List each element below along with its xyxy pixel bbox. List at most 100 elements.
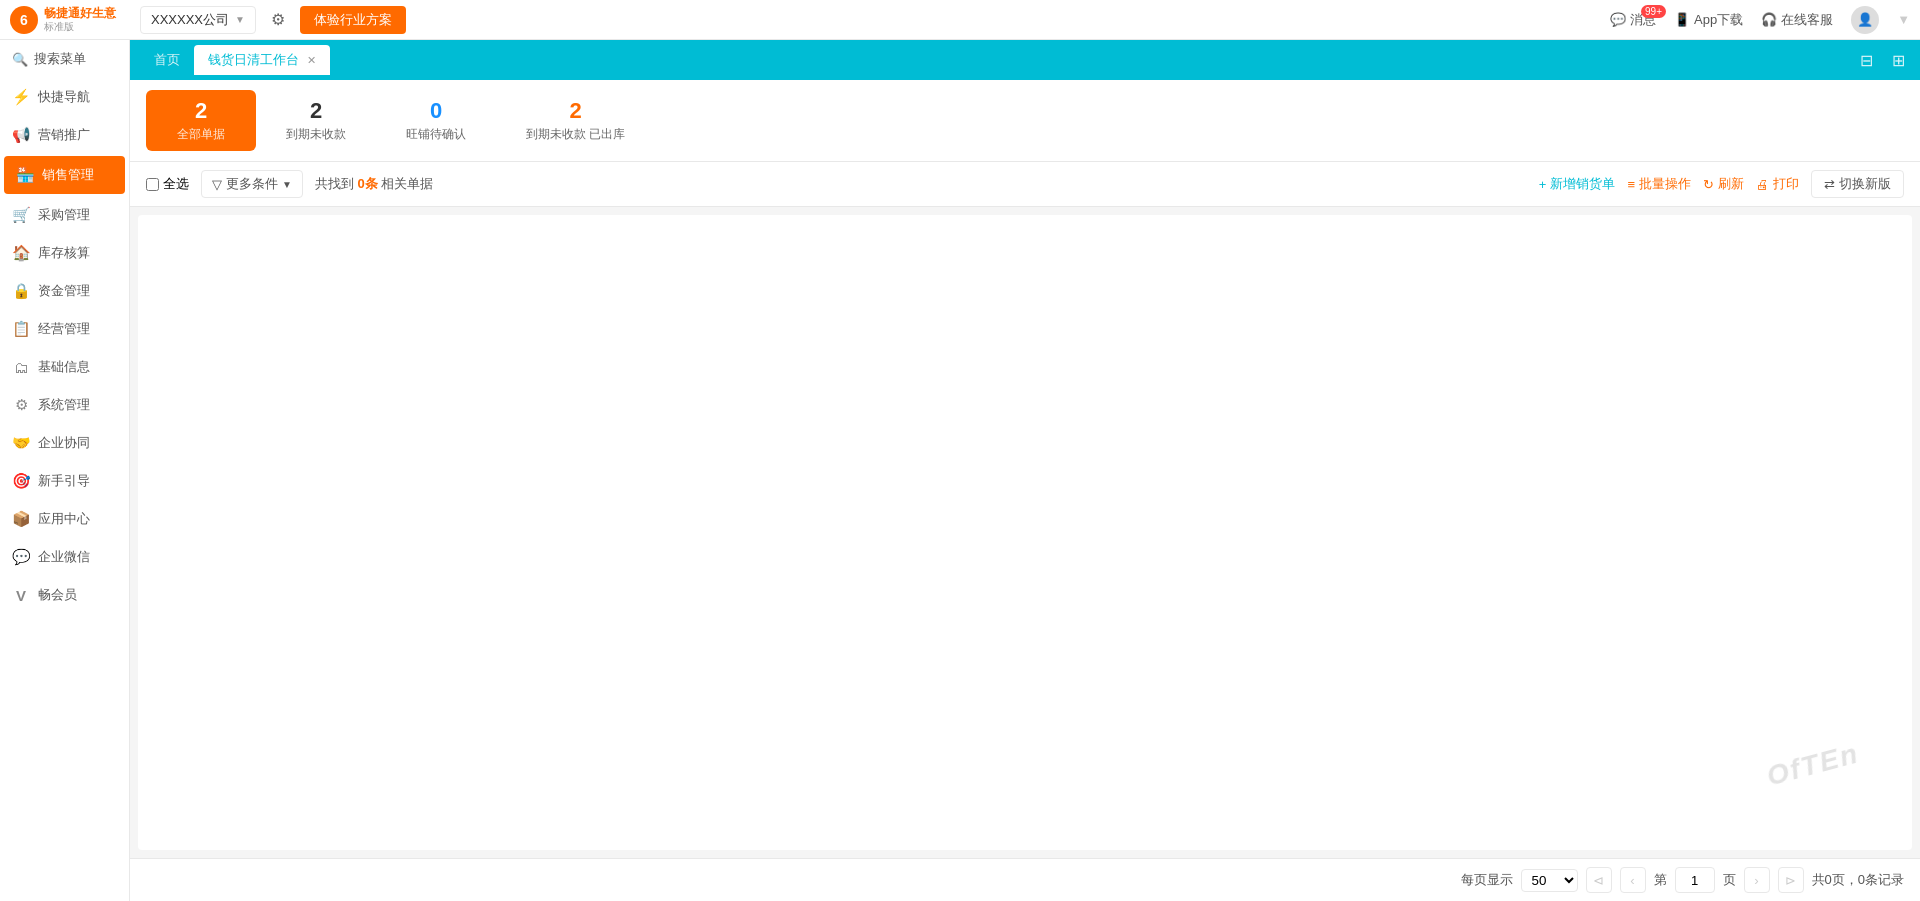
member-icon: V bbox=[12, 587, 30, 604]
chevron-down-filter-icon: ▼ bbox=[282, 179, 292, 190]
sidebar-item-label: 企业协同 bbox=[38, 434, 90, 452]
search-icon: 🔍 bbox=[12, 52, 28, 67]
experience-button[interactable]: 体验行业方案 bbox=[300, 6, 406, 34]
sidebar-item-sales[interactable]: 🏪 销售管理 bbox=[4, 156, 125, 194]
sidebar-item-label: 快捷导航 bbox=[38, 88, 90, 106]
tab-expand-button[interactable]: ⊞ bbox=[1886, 48, 1910, 72]
batch-operation-button[interactable]: ≡ 批量操作 bbox=[1627, 175, 1691, 193]
sidebar-item-label: 企业微信 bbox=[38, 548, 90, 566]
sidebar-item-quick-nav[interactable]: ⚡ 快捷导航 bbox=[0, 78, 129, 116]
sidebar-item-basic-info[interactable]: 🗂 基础信息 bbox=[0, 348, 129, 386]
sidebar-item-app-center[interactable]: 📦 应用中心 bbox=[0, 500, 129, 538]
sidebar-item-label: 经营管理 bbox=[38, 320, 90, 338]
purchase-icon: 🛒 bbox=[12, 206, 30, 224]
quick-nav-icon: ⚡ bbox=[12, 88, 30, 106]
tab-minimize-button[interactable]: ⊟ bbox=[1854, 48, 1878, 72]
page-size-label: 每页显示 bbox=[1461, 871, 1513, 889]
page-suffix: 页 bbox=[1723, 871, 1736, 889]
last-page-button[interactable]: ⊳ bbox=[1778, 867, 1804, 893]
select-all-input[interactable] bbox=[146, 178, 159, 191]
toolbar: 全选 ▽ 更多条件 ▼ 共找到 0条 相关单据 + 新增销货单 bbox=[130, 162, 1920, 207]
filter-label: 更多条件 bbox=[226, 175, 278, 193]
tab-actions: ⊟ ⊞ bbox=[1854, 48, 1910, 72]
settings-button[interactable]: ⚙ bbox=[264, 6, 292, 34]
stat-card-overdue[interactable]: 2 到期未收款 bbox=[256, 90, 376, 151]
plus-icon: + bbox=[1539, 177, 1547, 192]
logo-icon: 6 bbox=[10, 6, 38, 34]
refresh-button[interactable]: ↻ 刷新 bbox=[1703, 175, 1744, 193]
stats-bar: 2 全部单据 2 到期未收款 0 旺铺待确认 2 到期未收款 已出库 bbox=[130, 80, 1920, 162]
sidebar-item-label: 资金管理 bbox=[38, 282, 90, 300]
basic-info-icon: 🗂 bbox=[12, 359, 30, 376]
tab-workspace[interactable]: 钱货日清工作台 ✕ bbox=[194, 45, 330, 75]
page-input[interactable] bbox=[1675, 867, 1715, 893]
filter-button[interactable]: ▽ 更多条件 ▼ bbox=[201, 170, 303, 198]
batch-icon: ≡ bbox=[1627, 177, 1635, 192]
stat-card-shipped[interactable]: 2 到期未收款 已出库 bbox=[496, 90, 655, 151]
tab-bar: 首页 钱货日清工作台 ✕ ⊟ ⊞ bbox=[130, 40, 1920, 80]
sidebar-item-wechat[interactable]: 💬 企业微信 bbox=[0, 538, 129, 576]
logo-area: 6 畅捷通好生意 标准版 bbox=[10, 6, 140, 34]
stat-card-all[interactable]: 2 全部单据 bbox=[146, 90, 256, 151]
new-order-button[interactable]: + 新增销货单 bbox=[1539, 175, 1616, 193]
stat-label-all: 全部单据 bbox=[177, 126, 225, 143]
top-header: 6 畅捷通好生意 标准版 XXXXXX公司 ▼ ⚙ 体验行业方案 💬 消息 99… bbox=[0, 0, 1920, 40]
sidebar-item-inventory[interactable]: 🏠 库存核算 bbox=[0, 234, 129, 272]
sidebar-item-purchase[interactable]: 🛒 采购管理 bbox=[0, 196, 129, 234]
sidebar-item-label: 畅会员 bbox=[38, 586, 77, 604]
sidebar-item-member[interactable]: V 畅会员 bbox=[0, 576, 129, 614]
select-all-checkbox[interactable]: 全选 bbox=[146, 175, 189, 193]
tab-close-icon[interactable]: ✕ bbox=[307, 54, 316, 66]
logo-title: 畅捷通好生意 bbox=[44, 6, 116, 20]
username-area[interactable]: ▼ bbox=[1897, 12, 1910, 27]
avatar[interactable]: 👤 bbox=[1851, 6, 1879, 34]
inventory-icon: 🏠 bbox=[12, 244, 30, 262]
app-download-label: App下载 bbox=[1694, 11, 1743, 29]
print-button[interactable]: 🖨 打印 bbox=[1756, 175, 1799, 193]
refresh-icon: ↻ bbox=[1703, 177, 1714, 192]
online-service-button[interactable]: 🎧 在线客服 bbox=[1761, 11, 1833, 29]
prev-page-button[interactable]: ‹ bbox=[1620, 867, 1646, 893]
batch-label: 批量操作 bbox=[1639, 175, 1691, 193]
total-info: 共0页，0条记录 bbox=[1812, 871, 1904, 889]
next-page-button[interactable]: › bbox=[1744, 867, 1770, 893]
sidebar-item-system[interactable]: ⚙ 系统管理 bbox=[0, 386, 129, 424]
stat-number-pending: 0 bbox=[430, 98, 442, 124]
switch-icon: ⇄ bbox=[1824, 177, 1835, 192]
system-icon: ⚙ bbox=[12, 396, 30, 414]
sidebar-item-label: 基础信息 bbox=[38, 358, 90, 376]
sidebar-item-cooperation[interactable]: 🤝 企业协同 bbox=[0, 424, 129, 462]
first-page-button[interactable]: ⊲ bbox=[1586, 867, 1612, 893]
stat-card-pending[interactable]: 0 旺铺待确认 bbox=[376, 90, 496, 151]
sidebar-item-marketing[interactable]: 📢 营销推广 bbox=[0, 116, 129, 154]
header-right: 💬 消息 99+ 📱 App下载 🎧 在线客服 👤 ▼ bbox=[1610, 6, 1910, 34]
found-count: 0条 bbox=[358, 176, 378, 191]
main-layout: 🔍 搜索菜单 ⚡ 快捷导航 📢 营销推广 🏪 销售管理 🛒 采购管理 🏠 库存核… bbox=[0, 40, 1920, 901]
app-download-button[interactable]: 📱 App下载 bbox=[1674, 11, 1743, 29]
sidebar-search[interactable]: 🔍 搜索菜单 bbox=[0, 40, 129, 78]
wechat-icon: 💬 bbox=[12, 548, 30, 566]
message-button[interactable]: 💬 消息 99+ bbox=[1610, 11, 1656, 29]
sidebar-item-guide[interactable]: 🎯 新手引导 bbox=[0, 462, 129, 500]
search-menu-label: 搜索菜单 bbox=[34, 50, 86, 68]
table-area bbox=[138, 215, 1912, 850]
toolbar-right: + 新增销货单 ≡ 批量操作 ↻ 刷新 🖨 打印 bbox=[1539, 170, 1904, 198]
stat-label-shipped: 到期未收款 已出库 bbox=[526, 126, 625, 143]
message-badge: 99+ bbox=[1641, 5, 1666, 18]
logo-sub: 标准版 bbox=[44, 21, 116, 33]
user-icon: 👤 bbox=[1857, 12, 1873, 27]
switch-label: 切换新版 bbox=[1839, 175, 1891, 193]
company-selector[interactable]: XXXXXX公司 ▼ bbox=[140, 6, 256, 34]
download-icon: 📱 bbox=[1674, 12, 1690, 27]
page-size-select[interactable]: 50 10 20 100 bbox=[1521, 869, 1578, 892]
app-center-icon: 📦 bbox=[12, 510, 30, 528]
message-icon: 💬 bbox=[1610, 12, 1626, 27]
switch-version-button[interactable]: ⇄ 切换新版 bbox=[1811, 170, 1904, 198]
sidebar-item-finance[interactable]: 🔒 资金管理 bbox=[0, 272, 129, 310]
pagination: 每页显示 50 10 20 100 ⊲ ‹ 第 页 › ⊳ 共0页，0条记录 bbox=[130, 858, 1920, 901]
chevron-down-icon-user: ▼ bbox=[1897, 12, 1910, 27]
sidebar-item-operations[interactable]: 📋 经营管理 bbox=[0, 310, 129, 348]
stat-number-shipped: 2 bbox=[570, 98, 582, 124]
tab-home[interactable]: 首页 bbox=[140, 45, 194, 75]
sidebar-item-label: 营销推广 bbox=[38, 126, 90, 144]
